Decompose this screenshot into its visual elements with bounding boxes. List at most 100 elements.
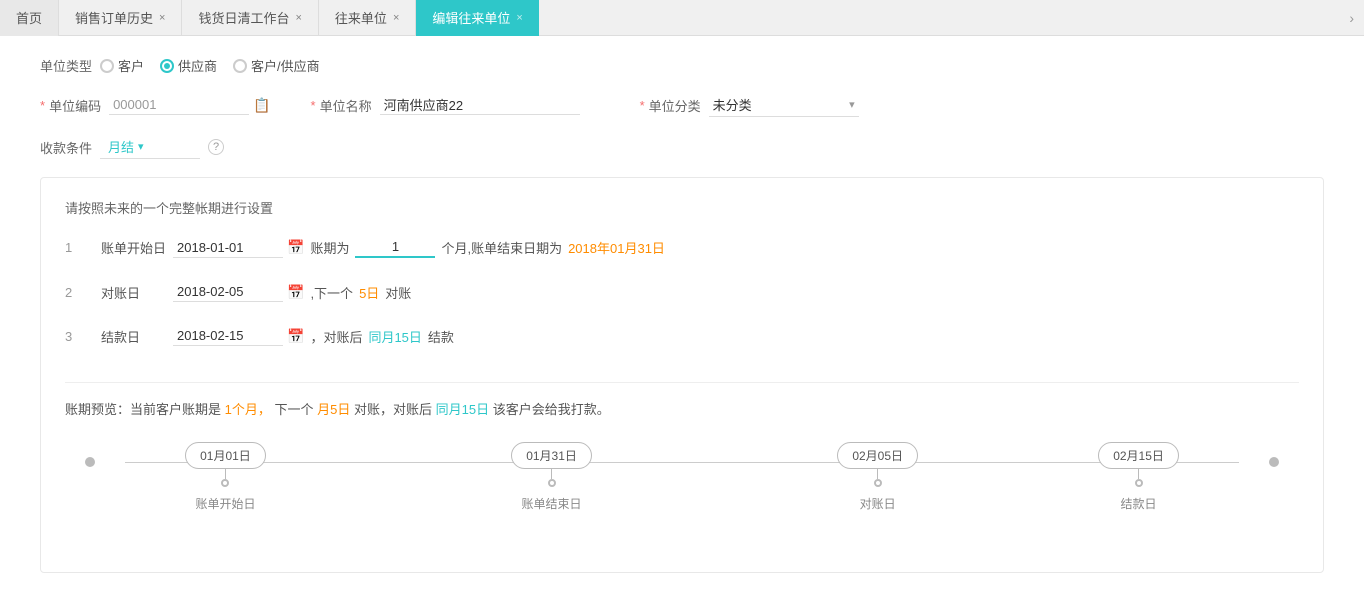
preview-label: 账期预览：当前客户账期是 — [65, 402, 221, 417]
required-star: * — [640, 98, 645, 113]
row-label-1: 账单开始日 — [101, 238, 161, 257]
tab-edit-partner[interactable]: 编辑往来单位 × — [416, 0, 538, 36]
payment-date-input[interactable] — [173, 326, 283, 346]
tab-home-label: 首页 — [16, 8, 42, 27]
tab-cash-work[interactable]: 钱货日清工作台 × — [182, 0, 318, 36]
setting-row-2: 2 对账日 📅 ,下一个 5日 对账 — [65, 282, 1299, 302]
setting-row-1: 1 账单开始日 📅 账期为 个月,账单结束日期为 2018年01月31日 — [65, 237, 1299, 258]
payment-condition-field: 收款条件 月结 ▾ ? — [40, 135, 224, 159]
timeline-desc-1: 账单开始日 — [195, 495, 255, 512]
next-month-text: ,下一个 — [310, 283, 353, 302]
tab-sales-history[interactable]: 销售订单历史 × — [59, 0, 182, 36]
preview-reconcile-day: 月5日 — [317, 402, 350, 417]
preview-reconcile-text: 对账，对账后 — [354, 402, 432, 417]
payment-condition-dropdown[interactable]: 月结 ▾ — [100, 135, 200, 159]
tab-cash-work-label: 钱货日清工作台 — [198, 8, 289, 27]
card-title: 请按照未来的一个完整帐期进行设置 — [65, 198, 1299, 217]
period-input[interactable] — [355, 237, 435, 258]
preview-section: 账期预览：当前客户账期是 1个月， 下一个 月5日 对账，对账后 同月15日 该… — [65, 346, 1299, 552]
radio-supplier-label: 供应商 — [178, 56, 217, 75]
calendar-icon[interactable]: 📅 — [287, 239, 304, 256]
timeline-desc-4: 结款日 — [1121, 495, 1157, 512]
tab-partner[interactable]: 往来单位 × — [319, 0, 416, 36]
unit-name-field: * 单位名称 — [311, 95, 580, 115]
tab-bar: 首页 销售订单历史 × 钱货日清工作台 × 往来单位 × 编辑往来单位 × › — [0, 0, 1364, 36]
unit-category-value: 未分类 — [713, 95, 843, 114]
reconcile-date-input[interactable] — [173, 282, 283, 302]
timeline-dot-3 — [874, 479, 882, 487]
unit-category-label: 单位分类 — [649, 96, 701, 115]
timeline-connector-3 — [877, 469, 878, 479]
row-label-3: 结款日 — [101, 327, 161, 346]
preview-period: 1个月， — [225, 402, 271, 417]
timeline-badge-4: 02月15日 — [1098, 442, 1179, 469]
timeline-connector-2 — [551, 469, 552, 479]
month-text: 个月,账单结束日期为 — [441, 238, 562, 257]
unit-category-dropdown[interactable]: 未分类 ▾ — [709, 93, 859, 117]
unit-code-field: * 单位编码 📋 — [40, 95, 271, 115]
timeline-start-dot — [85, 457, 95, 467]
unit-type-field: 单位类型 客户 供应商 客户/供应商 — [40, 56, 320, 75]
timeline-desc-3: 对账日 — [860, 495, 896, 512]
unit-code-input[interactable] — [109, 95, 249, 115]
tab-edit-partner-label: 编辑往来单位 — [432, 8, 510, 27]
radio-customer-circle — [100, 59, 114, 73]
row-num-1: 1 — [65, 240, 85, 255]
timeline-badge-2: 01月31日 — [511, 442, 592, 469]
radio-both[interactable]: 客户/供应商 — [233, 56, 320, 75]
preview-text: 账期预览：当前客户账期是 1个月， 下一个 月5日 对账，对账后 同月15日 该… — [65, 399, 1299, 418]
tab-scroll-arrow[interactable]: › — [1339, 10, 1364, 26]
timeline-start-endpoint — [85, 442, 95, 467]
reconcile-suffix: 对账 — [385, 283, 411, 302]
radio-customer[interactable]: 客户 — [100, 56, 144, 75]
unit-type-row: 单位类型 客户 供应商 客户/供应商 — [40, 56, 1324, 75]
end-date-highlight: 2018年01月31日 — [568, 238, 665, 257]
unit-type-label: 单位类型 — [40, 56, 92, 75]
radio-both-circle — [233, 59, 247, 73]
unit-code-label: 单位编码 — [49, 96, 101, 115]
unit-category-field: * 单位分类 未分类 ▾ — [640, 93, 859, 117]
radio-customer-label: 客户 — [118, 56, 144, 75]
start-date-input[interactable] — [173, 238, 283, 258]
close-icon[interactable]: × — [159, 12, 165, 24]
calendar-icon[interactable]: 📅 — [287, 284, 304, 301]
unit-name-input[interactable] — [380, 95, 580, 115]
timeline-desc-2: 账单结束日 — [522, 495, 582, 512]
main-content: 单位类型 客户 供应商 客户/供应商 * 单位编码 — [0, 36, 1364, 608]
payment-day-highlight: 同月15日 — [368, 327, 421, 346]
timeline-node-1: 01月01日 账单开始日 — [95, 442, 356, 512]
timeline-dot-1 — [221, 479, 229, 487]
close-icon[interactable]: × — [393, 12, 399, 24]
chevron-down-icon: ▾ — [849, 98, 855, 111]
unit-type-radio-group: 客户 供应商 客户/供应商 — [100, 56, 320, 75]
unit-name-label: 单位名称 — [320, 96, 372, 115]
code-name-category-row: * 单位编码 📋 * 单位名称 * 单位分类 未分类 ▾ — [40, 93, 1324, 117]
timeline-dot-2 — [548, 479, 556, 487]
timeline-connector-1 — [225, 469, 226, 479]
row-num-2: 2 — [65, 285, 85, 300]
radio-supplier[interactable]: 供应商 — [160, 56, 217, 75]
close-icon[interactable]: × — [295, 12, 301, 24]
timeline-dot-4 — [1135, 479, 1143, 487]
preview-next: 下一个 — [275, 402, 314, 417]
reconcile-day-highlight: 5日 — [359, 283, 379, 302]
timeline: 01月01日 账单开始日 01月31日 账单结束日 02月05日 — [65, 442, 1299, 552]
radio-both-label: 客户/供应商 — [251, 56, 320, 75]
tab-home[interactable]: 首页 — [0, 0, 59, 36]
row-num-3: 3 — [65, 329, 85, 344]
payment-suffix: 结款 — [428, 327, 454, 346]
required-star: * — [40, 98, 45, 113]
row-label-2: 对账日 — [101, 283, 161, 302]
chevron-down-icon: ▾ — [138, 140, 144, 153]
copy-icon[interactable]: 📋 — [253, 97, 270, 114]
timeline-end-endpoint — [1269, 442, 1279, 467]
payment-condition-label: 收款条件 — [40, 138, 92, 157]
calendar-icon[interactable]: 📅 — [287, 328, 304, 345]
tab-sales-history-label: 销售订单历史 — [75, 8, 153, 27]
help-icon[interactable]: ? — [208, 139, 224, 155]
settings-card: 请按照未来的一个完整帐期进行设置 1 账单开始日 📅 账期为 个月,账单结束日期… — [40, 177, 1324, 573]
close-icon[interactable]: × — [516, 12, 522, 24]
preview-payment-day: 同月15日 — [436, 402, 489, 417]
payment-condition-value: 月结 — [108, 137, 134, 156]
timeline-badge-3: 02月05日 — [837, 442, 918, 469]
